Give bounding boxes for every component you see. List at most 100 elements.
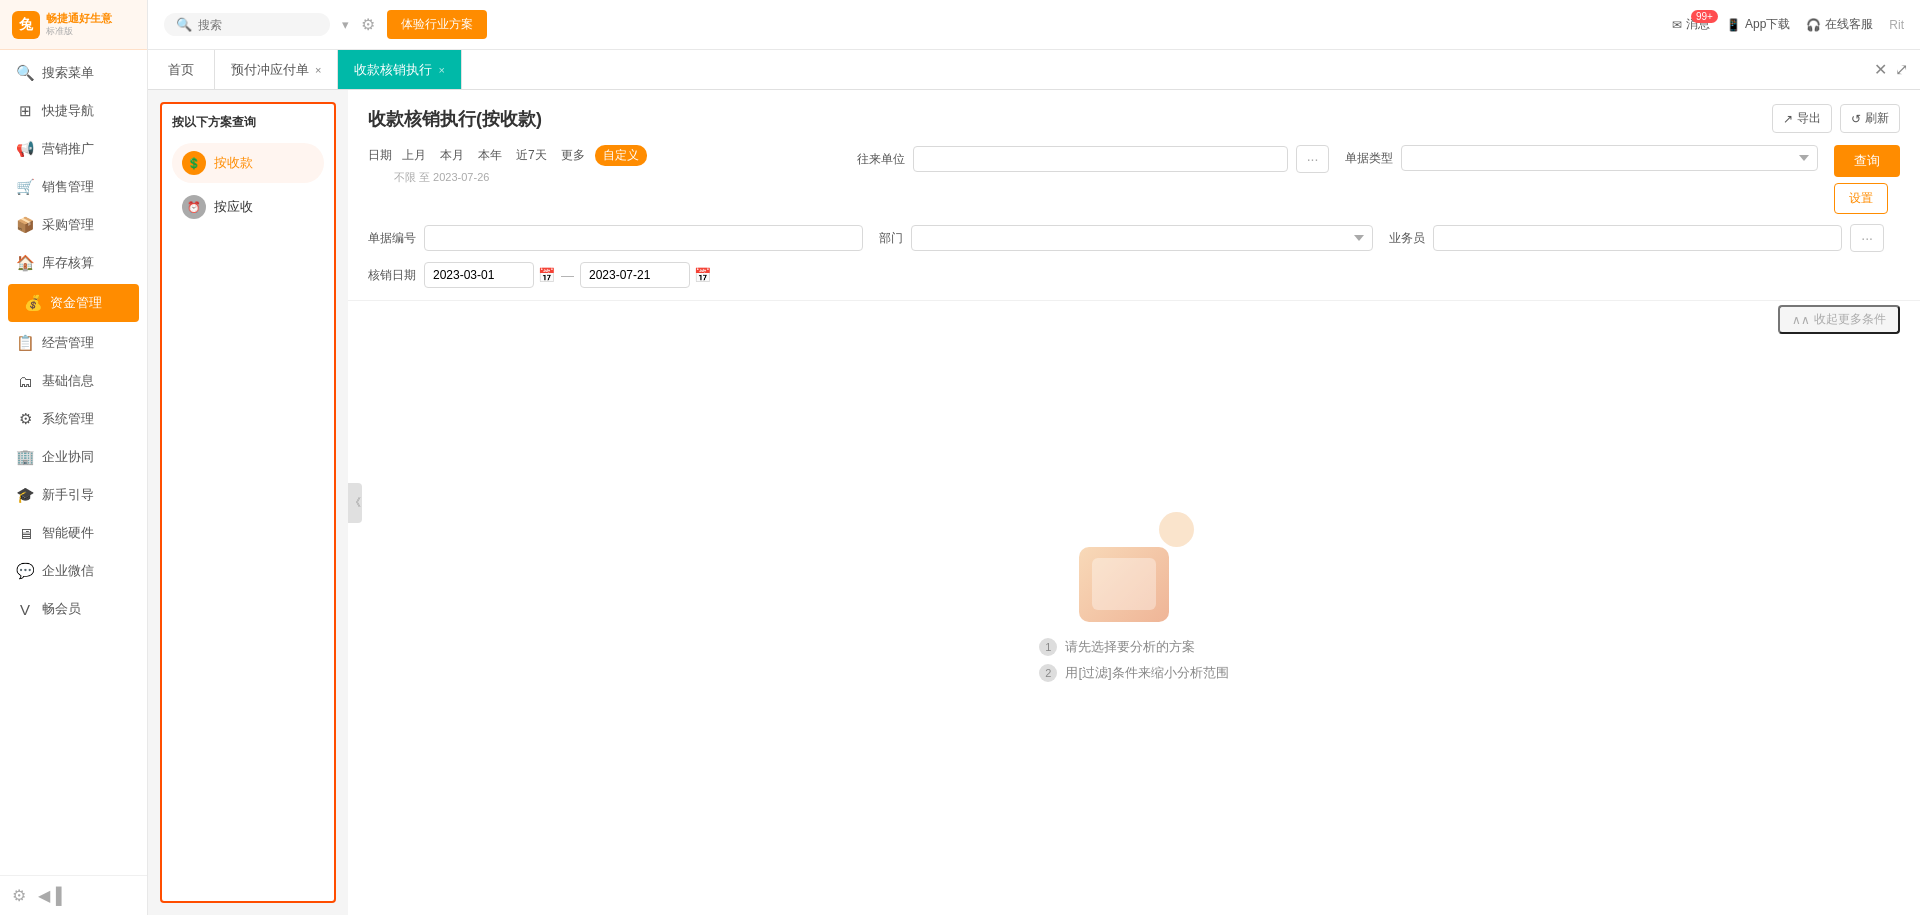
- verify-date-label: 核销日期: [368, 267, 416, 284]
- sidebar-item-search[interactable]: 🔍 搜索菜单: [0, 54, 147, 92]
- filter-panel-wrap: 按以下方案查询 💲 按收款 ⏰ 按应收 《: [148, 90, 348, 915]
- industry-btn[interactable]: 体验行业方案: [387, 10, 487, 39]
- receipt-icon: 💲: [182, 151, 206, 175]
- cart-icon: 🛒: [16, 178, 34, 196]
- date-shortcut-custom[interactable]: 自定义: [595, 145, 647, 166]
- date-shortcut-more[interactable]: 更多: [557, 145, 589, 166]
- collapse-sidebar-icon[interactable]: ◀▐: [38, 886, 61, 905]
- collapse-icon: 《: [350, 495, 361, 510]
- export-label: 导出: [1797, 110, 1821, 127]
- funds-icon: 💰: [24, 294, 42, 312]
- sidebar-item-funds[interactable]: 💰 资金管理: [8, 284, 139, 322]
- doc-no-label: 单据编号: [368, 230, 416, 247]
- tab-writeoff[interactable]: 收款核销执行 ×: [338, 50, 461, 89]
- query-btn[interactable]: 查询: [1834, 145, 1900, 177]
- member-icon: V: [16, 601, 34, 618]
- sidebar-item-label: 基础信息: [42, 372, 94, 390]
- sidebar-item-label: 快捷导航: [42, 102, 94, 120]
- empty-tips: 1 请先选择要分析的方案 2 用[过滤]条件来缩小分析范围: [1039, 638, 1228, 682]
- verify-date-end-input[interactable]: [580, 262, 690, 288]
- topbar-search-box[interactable]: 🔍: [164, 13, 330, 36]
- clipboard-icon: 📋: [16, 334, 34, 352]
- user-label: Rit: [1889, 18, 1904, 32]
- verify-date-start-wrap: 📅: [424, 262, 555, 288]
- online-service-btn[interactable]: 🎧 在线客服: [1806, 16, 1873, 33]
- calendar-start-icon[interactable]: 📅: [538, 267, 555, 283]
- sidebar-item-inventory[interactable]: 🏠 库存核算: [0, 244, 147, 282]
- sidebar-item-guide[interactable]: 🎓 新手引导: [0, 476, 147, 514]
- illustration-box-inner: [1092, 558, 1156, 610]
- filter-option-by-receipt[interactable]: 💲 按收款: [172, 143, 324, 183]
- partner-form-group: 往来单位 ···: [857, 145, 1330, 173]
- sidebar-item-sales[interactable]: 🛒 销售管理: [0, 168, 147, 206]
- sidebar-item-quicknav[interactable]: ⊞ 快捷导航: [0, 92, 147, 130]
- sidebar-item-enterprise[interactable]: 🏢 企业协同: [0, 438, 147, 476]
- refresh-label: 刷新: [1865, 110, 1889, 127]
- sidebar-item-label: 系统管理: [42, 410, 94, 428]
- header-actions: ↗ 导出 ↺ 刷新: [1772, 104, 1900, 133]
- tab-prepay[interactable]: 预付冲应付单 ×: [215, 50, 338, 89]
- date-shortcut-this-month[interactable]: 本月: [436, 145, 468, 166]
- staff-dots-btn[interactable]: ···: [1850, 224, 1884, 252]
- calendar-end-icon[interactable]: 📅: [694, 267, 711, 283]
- sidebar-item-member[interactable]: V 畅会员: [0, 590, 147, 628]
- app-version: 标准版: [46, 25, 112, 38]
- date-shortcut-last-month[interactable]: 上月: [398, 145, 430, 166]
- date-shortcut-this-year[interactable]: 本年: [474, 145, 506, 166]
- filter-panel: 按以下方案查询 💲 按收款 ⏰ 按应收: [160, 102, 336, 903]
- tab-home[interactable]: 首页: [148, 50, 215, 89]
- sidebar-item-system[interactable]: ⚙ 系统管理: [0, 400, 147, 438]
- partner-input[interactable]: [913, 146, 1288, 172]
- search-icon: 🔍: [16, 64, 34, 82]
- sidebar-item-label: 企业协同: [42, 448, 94, 466]
- sidebar-item-marketing[interactable]: 📢 营销推广: [0, 130, 147, 168]
- tab-prepay-close[interactable]: ×: [315, 64, 321, 76]
- sidebar-item-wechat[interactable]: 💬 企业微信: [0, 552, 147, 590]
- tab-expand-btn[interactable]: ⤢: [1895, 60, 1908, 79]
- sidebar-item-label: 企业微信: [42, 562, 94, 580]
- verify-date-start-input[interactable]: [424, 262, 534, 288]
- search-icon: 🔍: [176, 17, 192, 32]
- refresh-btn[interactable]: ↺ 刷新: [1840, 104, 1900, 133]
- export-btn[interactable]: ↗ 导出: [1772, 104, 1832, 133]
- filter-collapse-btn[interactable]: 《: [348, 483, 362, 523]
- filter-option-by-receivable[interactable]: ⏰ 按应收: [172, 187, 324, 227]
- app-label: App下载: [1745, 16, 1790, 33]
- message-badge: 99+: [1691, 10, 1718, 23]
- wechat-icon: 💬: [16, 562, 34, 580]
- home-icon: ⊞: [16, 102, 34, 120]
- message-btn[interactable]: ✉ 消息 99+: [1672, 16, 1710, 33]
- topbar-gear-icon[interactable]: ⚙: [361, 15, 375, 34]
- tabs-actions: ✕ ⤢: [1874, 50, 1920, 89]
- dept-select[interactable]: [911, 225, 1374, 251]
- content-header: 收款核销执行(按收款) ↗ 导出 ↺ 刷新: [348, 90, 1920, 133]
- settings-btn[interactable]: 设置: [1834, 183, 1888, 214]
- topbar-dropdown-icon[interactable]: ▾: [342, 17, 349, 32]
- empty-state: 1 请先选择要分析的方案 2 用[过滤]条件来缩小分析范围: [348, 338, 1920, 915]
- date-separator: —: [561, 268, 574, 283]
- tip-text-2: 用[过滤]条件来缩小分析范围: [1065, 664, 1228, 682]
- app-icon: 📱: [1726, 18, 1741, 32]
- illustration-circle: [1159, 512, 1194, 547]
- tab-close-btn[interactable]: ✕: [1874, 60, 1887, 79]
- settings-bottom-icon[interactable]: ⚙: [12, 886, 26, 905]
- date-shortcut-7days[interactable]: 近7天: [512, 145, 551, 166]
- doc-no-input[interactable]: [424, 225, 863, 251]
- sidebar-item-label: 资金管理: [50, 294, 102, 312]
- sidebar-item-basic[interactable]: 🗂 基础信息: [0, 362, 147, 400]
- staff-input[interactable]: [1433, 225, 1842, 251]
- collapse-more-btn[interactable]: ∧∧ 收起更多条件: [1778, 305, 1900, 334]
- sidebar-item-hardware[interactable]: 🖥 智能硬件: [0, 514, 147, 552]
- page-title: 收款核销执行(按收款): [368, 107, 542, 131]
- sidebar-item-purchase[interactable]: 📦 采购管理: [0, 206, 147, 244]
- tab-writeoff-close[interactable]: ×: [438, 64, 444, 76]
- search-input[interactable]: [198, 18, 318, 32]
- sidebar-item-label: 新手引导: [42, 486, 94, 504]
- partner-label: 往来单位: [857, 151, 905, 168]
- app-download-btn[interactable]: 📱 App下载: [1726, 16, 1790, 33]
- sidebar-item-operations[interactable]: 📋 经营管理: [0, 324, 147, 362]
- partner-dots-btn[interactable]: ···: [1296, 145, 1330, 173]
- doc-type-select[interactable]: [1401, 145, 1818, 171]
- filter-option-receipt-label: 按收款: [214, 154, 253, 172]
- sidebar-nav: 🔍 搜索菜单 ⊞ 快捷导航 📢 营销推广 🛒 销售管理 📦 采购管理 🏠 库存核…: [0, 50, 147, 875]
